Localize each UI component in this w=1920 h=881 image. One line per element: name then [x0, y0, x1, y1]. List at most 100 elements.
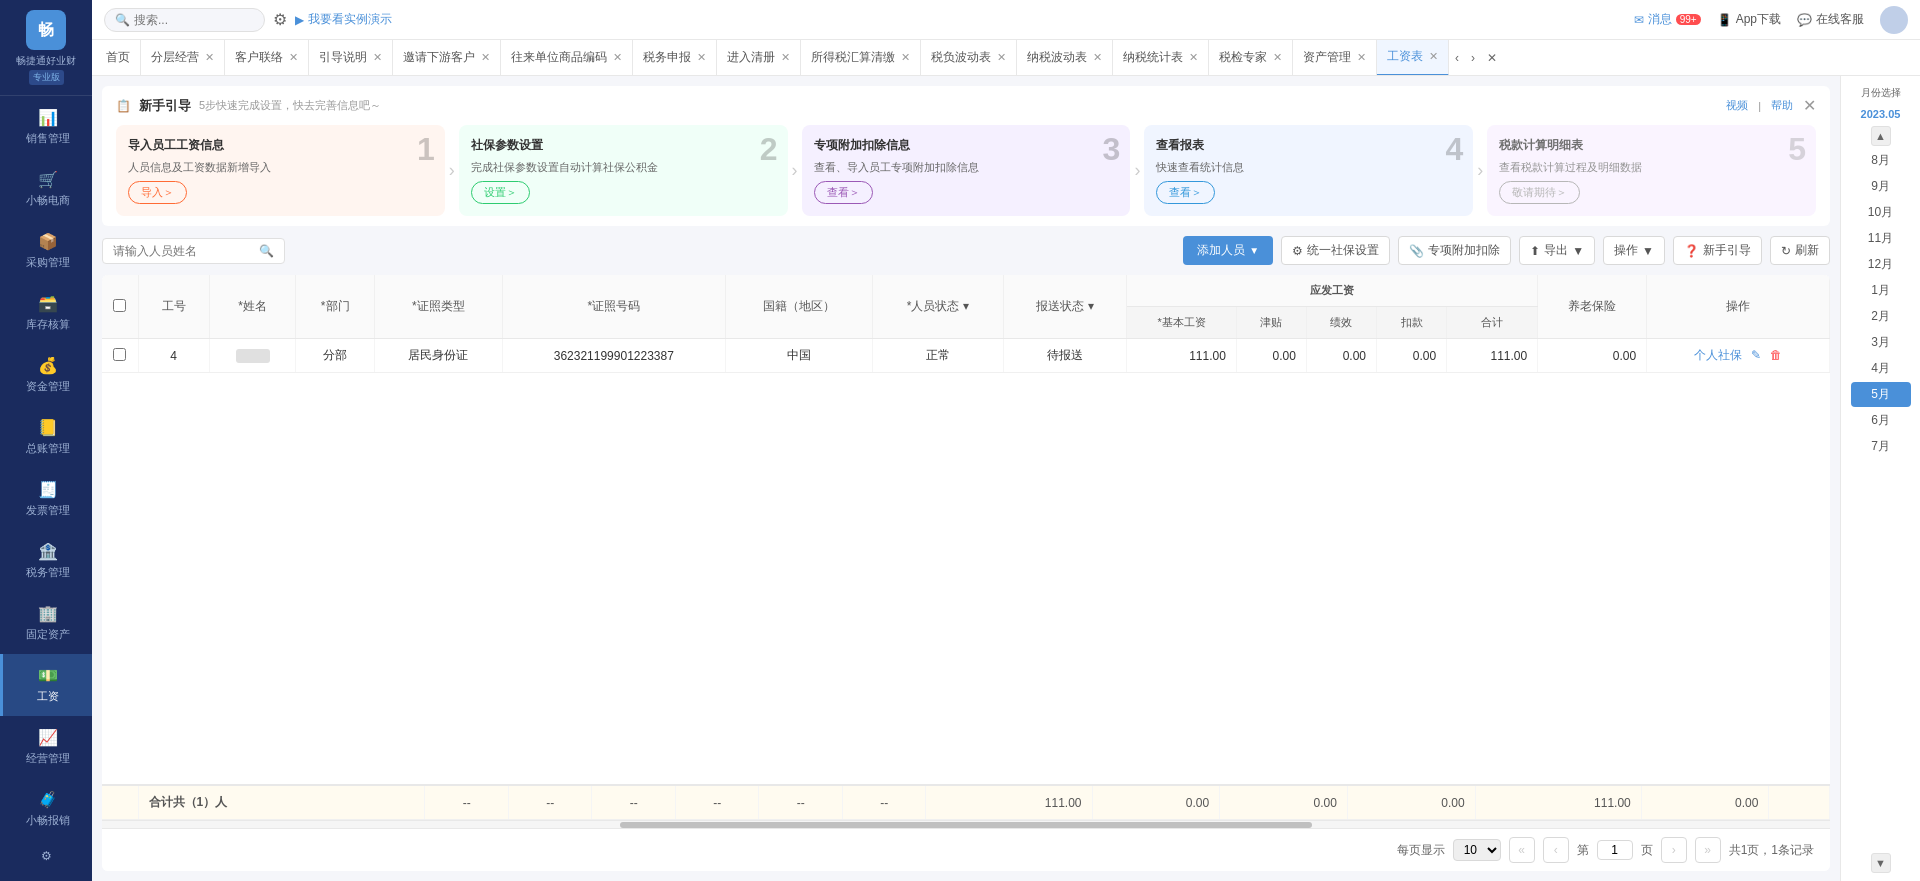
- sidebar-item-小畅报销[interactable]: 🧳小畅报销: [0, 778, 92, 831]
- month-item-10月[interactable]: 10月: [1851, 200, 1911, 225]
- tab-税检专家[interactable]: 税检专家✕: [1209, 40, 1293, 76]
- tab-close-7[interactable]: ✕: [781, 51, 790, 64]
- tab-close-6[interactable]: ✕: [697, 51, 706, 64]
- tab-close-all[interactable]: ✕: [1481, 40, 1503, 76]
- tab-close-13[interactable]: ✕: [1357, 51, 1366, 64]
- horizontal-scrollbar[interactable]: [102, 820, 1830, 828]
- scrollbar-thumb[interactable]: [620, 822, 1311, 828]
- sidebar-item-库存核算[interactable]: 🗃️库存核算: [0, 282, 92, 344]
- op-edit-0[interactable]: ✎: [1751, 348, 1761, 362]
- row-checkbox-0[interactable]: [102, 339, 138, 373]
- page-next-btn[interactable]: ›: [1661, 837, 1687, 863]
- page-input[interactable]: [1597, 840, 1633, 860]
- guide-button[interactable]: ❓ 新手引导: [1673, 236, 1762, 265]
- tab-邀请下游客户[interactable]: 邀请下游客户✕: [393, 40, 501, 76]
- sidebar-item-小畅电商[interactable]: 🛒小畅电商: [0, 158, 92, 220]
- sidebar-item-经营管理[interactable]: 📈经营管理: [0, 716, 92, 778]
- topbar-settings-icon[interactable]: ⚙: [273, 10, 287, 29]
- refresh-button[interactable]: ↻ 刷新: [1770, 236, 1830, 265]
- step-btn-3[interactable]: 查看＞: [814, 181, 873, 204]
- topbar-search-box[interactable]: 🔍: [104, 8, 265, 32]
- step-btn-2[interactable]: 设置＞: [471, 181, 530, 204]
- tab-close-10[interactable]: ✕: [1093, 51, 1102, 64]
- page-last-btn[interactable]: »: [1695, 837, 1721, 863]
- row-check-0[interactable]: [113, 348, 126, 361]
- select-all-checkbox[interactable]: [113, 299, 126, 312]
- topbar-online-btn[interactable]: 💬 在线客服: [1797, 11, 1864, 28]
- tab-close-9[interactable]: ✕: [997, 51, 1006, 64]
- tab-close-11[interactable]: ✕: [1189, 51, 1198, 64]
- tab-纳税统计表[interactable]: 纳税统计表✕: [1113, 40, 1209, 76]
- tab-close-12[interactable]: ✕: [1273, 51, 1282, 64]
- month-item-9月[interactable]: 9月: [1851, 174, 1911, 199]
- month-down-btn[interactable]: ▼: [1871, 853, 1891, 873]
- special-deduction-button[interactable]: 📎 专项附加扣除: [1398, 236, 1511, 265]
- export-button[interactable]: ⬆ 导出 ▼: [1519, 236, 1595, 265]
- sidebar-item-发票管理[interactable]: 🧾发票管理: [0, 468, 92, 530]
- topbar-app-btn[interactable]: 📱 App下载: [1717, 11, 1781, 28]
- month-item-5月[interactable]: 5月: [1851, 382, 1911, 407]
- tab-税务申报[interactable]: 税务申报✕: [633, 40, 717, 76]
- add-staff-button[interactable]: 添加人员 ▼: [1183, 236, 1273, 265]
- page-first-btn[interactable]: «: [1509, 837, 1535, 863]
- tab-资产管理[interactable]: 资产管理✕: [1293, 40, 1377, 76]
- sidebar-item-资金管理[interactable]: 💰资金管理: [0, 344, 92, 406]
- op-del-0[interactable]: 🗑: [1770, 348, 1782, 362]
- tab-close-14[interactable]: ✕: [1429, 50, 1438, 63]
- settings-icon[interactable]: ⚙: [33, 841, 60, 871]
- sidebar-item-工资[interactable]: 💵工资: [0, 654, 92, 716]
- sidebar-item-总账管理[interactable]: 📒总账管理: [0, 406, 92, 468]
- month-item-6月[interactable]: 6月: [1851, 408, 1911, 433]
- staff-search-box[interactable]: 🔍: [102, 238, 285, 264]
- tab-close-1[interactable]: ✕: [205, 51, 214, 64]
- tab-scroll-right[interactable]: ›: [1465, 40, 1481, 76]
- page-prev-btn[interactable]: ‹: [1543, 837, 1569, 863]
- tab-往来单位商品编码[interactable]: 往来单位商品编码✕: [501, 40, 633, 76]
- topbar-demo-link[interactable]: ▶ 我要看实例演示: [295, 11, 392, 28]
- sidebar-item-采购管理[interactable]: 📦采购管理: [0, 220, 92, 282]
- tab-close-2[interactable]: ✕: [289, 51, 298, 64]
- staff-search-input[interactable]: [113, 244, 253, 258]
- month-item-2月[interactable]: 2月: [1851, 304, 1911, 329]
- topbar-search-input[interactable]: [134, 13, 254, 27]
- tab-close-4[interactable]: ✕: [481, 51, 490, 64]
- tab-税负波动表[interactable]: 税负波动表✕: [921, 40, 1017, 76]
- staff-search-icon[interactable]: 🔍: [259, 244, 274, 258]
- guide-close-btn[interactable]: ✕: [1803, 96, 1816, 115]
- operate-button[interactable]: 操作 ▼: [1603, 236, 1665, 265]
- month-up-btn[interactable]: ▲: [1871, 126, 1891, 146]
- tab-工资表[interactable]: 工资表✕: [1377, 40, 1449, 76]
- tab-close-8[interactable]: ✕: [901, 51, 910, 64]
- tab-分层经营[interactable]: 分层经营✕: [141, 40, 225, 76]
- month-item-8月[interactable]: 8月: [1851, 148, 1911, 173]
- tab-所得税汇算清缴[interactable]: 所得税汇算清缴✕: [801, 40, 921, 76]
- tab-scroll-left[interactable]: ‹: [1449, 40, 1465, 76]
- guide-video-link[interactable]: 视频: [1726, 98, 1748, 113]
- month-item-11月[interactable]: 11月: [1851, 226, 1911, 251]
- sidebar-item-销售管理[interactable]: 📊销售管理: [0, 96, 92, 158]
- table-scroll-area[interactable]: 工号 *姓名 *部门 *证照类型 *证照号码 国籍（地区） *人员状态 ▾ 报送…: [102, 275, 1830, 784]
- sidebar-item-税务管理[interactable]: 🏦税务管理: [0, 530, 92, 592]
- month-item-4月[interactable]: 4月: [1851, 356, 1911, 381]
- tab-close-3[interactable]: ✕: [373, 51, 382, 64]
- page-size-select[interactable]: 10 20 50: [1453, 839, 1501, 861]
- sidebar-item-固定资产[interactable]: 🏢固定资产: [0, 592, 92, 654]
- op-social-0[interactable]: 个人社保: [1694, 348, 1742, 362]
- month-item-12月[interactable]: 12月: [1851, 252, 1911, 277]
- tab-引导说明[interactable]: 引导说明✕: [309, 40, 393, 76]
- step-btn-1[interactable]: 导入＞: [128, 181, 187, 204]
- tab-首页[interactable]: 首页: [96, 40, 141, 76]
- social-settings-button[interactable]: ⚙ 统一社保设置: [1281, 236, 1390, 265]
- month-item-3月[interactable]: 3月: [1851, 330, 1911, 355]
- step-btn-4[interactable]: 查看＞: [1156, 181, 1215, 204]
- tab-进入清册[interactable]: 进入清册✕: [717, 40, 801, 76]
- guide-help-link[interactable]: 帮助: [1771, 98, 1793, 113]
- user-avatar[interactable]: [1880, 6, 1908, 34]
- tab-close-5[interactable]: ✕: [613, 51, 622, 64]
- tab-纳税波动表[interactable]: 纳税波动表✕: [1017, 40, 1113, 76]
- topbar-msg-btn[interactable]: ✉ 消息 99+: [1634, 11, 1701, 28]
- tab-客户联络[interactable]: 客户联络✕: [225, 40, 309, 76]
- month-item-1月[interactable]: 1月: [1851, 278, 1911, 303]
- step-btn-5[interactable]: 敬请期待＞: [1499, 181, 1580, 204]
- month-item-7月[interactable]: 7月: [1851, 434, 1911, 459]
